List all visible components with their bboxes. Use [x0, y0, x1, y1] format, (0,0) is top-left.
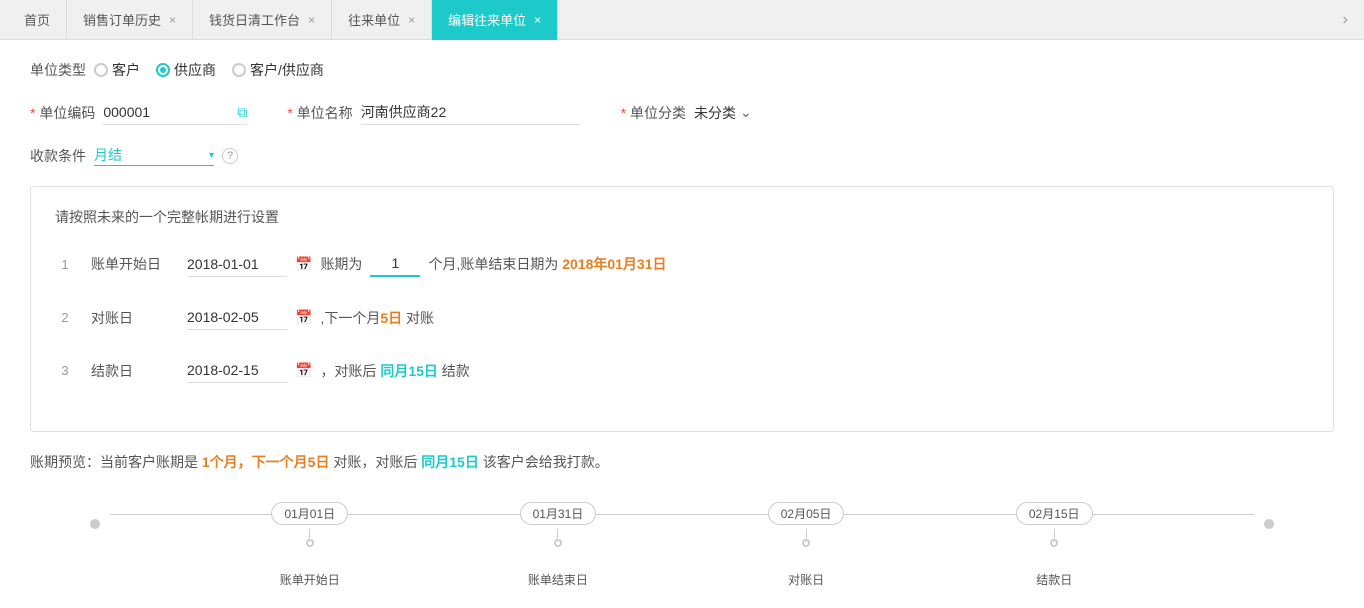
- timeline-label-3: 对账日: [788, 571, 824, 588]
- close-icon[interactable]: ×: [534, 13, 541, 27]
- preview-text: 账期预览：当前客户账期是 1个月，下一个月5日 对账，对账后 同月15日 该客户…: [30, 452, 1334, 472]
- timeline-container: 01月01日 账单开始日 01月31日 账单结束日 02月05日 对账日: [30, 492, 1334, 588]
- step-1-desc-suffix: 个月,账单结束日期为 2018年01月31日: [428, 254, 666, 274]
- chevron-down-icon: ▾: [209, 150, 214, 161]
- radio-customer[interactable]: 客户: [94, 60, 140, 80]
- step-label-1: 账单开始日: [91, 254, 171, 274]
- unit-name-label: 单位名称: [287, 103, 352, 123]
- chevron-down-icon: ⌄: [740, 104, 752, 121]
- unit-code-field: 单位编码 ⧉: [30, 100, 247, 125]
- step-row-3: 3 结款日 📅 ，对账后 同月15日 结款: [55, 358, 1309, 383]
- step-2-desc: ,下一个月5日 对账: [320, 308, 434, 328]
- bill-start-date-input[interactable]: [187, 252, 287, 277]
- preview-part3: 同月15日: [421, 454, 479, 470]
- payment-term-dropdown[interactable]: 月结 ▾: [94, 145, 214, 166]
- panel-title: 请按照未来的一个完整帐期进行设置: [55, 207, 1309, 227]
- step-num-2: 2: [55, 310, 75, 325]
- timeline-node-4: 02月15日 结款日: [1016, 502, 1093, 588]
- timeline-date-2: 01月31日: [520, 502, 597, 525]
- tab-bar: 首页 销售订单历史 × 钱货日清工作台 × 往来单位 × 编辑往来单位 × ›: [0, 0, 1364, 40]
- step-1-inputs: 📅 账期为 个月,账单结束日期为 2018年01月31日: [187, 251, 667, 277]
- tab-home[interactable]: 首页: [8, 0, 67, 40]
- timeline-node-2: 01月31日 账单结束日: [520, 502, 597, 588]
- unit-category-label: 单位分类: [621, 103, 686, 123]
- unit-info-row: 单位编码 ⧉ 单位名称 单位分类 未分类 ⌄: [30, 100, 1334, 125]
- preview-part2: 下一个月5日: [252, 454, 330, 470]
- unit-category-field: 单位分类 未分类 ⌄: [621, 103, 814, 123]
- radio-circle-customer: [94, 63, 108, 77]
- main-content: 单位类型 客户 供应商 客户/供应商 单位编码: [0, 40, 1364, 608]
- step-1-desc-prefix: 账期为: [320, 254, 362, 274]
- tab-partner[interactable]: 往来单位 ×: [332, 0, 432, 40]
- unit-code-input[interactable]: [103, 100, 233, 124]
- unit-code-input-wrapper: ⧉: [103, 100, 247, 125]
- unit-type-row: 单位类型 客户 供应商 客户/供应商: [30, 60, 1334, 80]
- radio-supplier[interactable]: 供应商: [156, 60, 216, 80]
- payment-term-value: 月结: [94, 145, 205, 165]
- unit-name-field: 单位名称: [287, 100, 580, 125]
- preview-part1: 1个月，: [202, 454, 252, 470]
- timeline-date-3: 02月05日: [768, 502, 845, 525]
- step-label-3: 结款日: [91, 361, 171, 381]
- unit-name-input[interactable]: [361, 100, 581, 125]
- tab-cashflow[interactable]: 钱货日清工作台 ×: [193, 0, 332, 40]
- close-icon[interactable]: ×: [408, 13, 415, 27]
- payment-term-field: 收款条件 月结 ▾ ?: [30, 145, 238, 166]
- timeline-label-4: 结款日: [1036, 571, 1072, 588]
- billing-cycle-panel: 请按照未来的一个完整帐期进行设置 1 账单开始日 📅 账期为 个月,账单结束日期…: [30, 186, 1334, 432]
- calendar-icon[interactable]: 📅: [295, 256, 312, 273]
- tab-sales-history[interactable]: 销售订单历史 ×: [67, 0, 193, 40]
- radio-circle-both: [232, 63, 246, 77]
- preview-suffix: 该客户会给我打款。: [479, 454, 609, 470]
- copy-icon[interactable]: ⧉: [237, 104, 247, 121]
- payment-date-input[interactable]: [187, 358, 287, 383]
- step-row-1: 1 账单开始日 📅 账期为 个月,账单结束日期为 2018年01月31日: [55, 251, 1309, 277]
- radio-label-customer: 客户: [112, 60, 140, 80]
- calendar-icon[interactable]: 📅: [295, 362, 312, 379]
- radio-label-supplier: 供应商: [174, 60, 216, 80]
- timeline-node-3: 02月05日 对账日: [768, 502, 845, 588]
- unit-type-label: 单位类型: [30, 60, 86, 80]
- timeline-label-2: 账单结束日: [528, 571, 588, 588]
- tab-expand-button[interactable]: ›: [1335, 11, 1356, 29]
- step-label-2: 对账日: [91, 308, 171, 328]
- step-row-2: 2 对账日 📅 ,下一个月5日 对账: [55, 305, 1309, 330]
- radio-both[interactable]: 客户/供应商: [232, 60, 324, 80]
- reconcile-date-input[interactable]: [187, 305, 287, 330]
- timeline-label-1: 账单开始日: [280, 571, 340, 588]
- preview-mid: 对账，对账后: [329, 454, 421, 470]
- timeline-date-4: 02月15日: [1016, 502, 1093, 525]
- close-icon[interactable]: ×: [169, 13, 176, 27]
- payment-term-label: 收款条件: [30, 146, 86, 166]
- tab-edit-partner[interactable]: 编辑往来单位 ×: [432, 0, 558, 40]
- radio-label-both: 客户/供应商: [250, 60, 324, 80]
- billing-period-input[interactable]: [370, 251, 420, 277]
- unit-type-field: 单位类型 客户 供应商 客户/供应商: [30, 60, 324, 80]
- step-3-desc: ，对账后 同月15日 结款: [320, 361, 469, 381]
- unit-category-value: 未分类: [694, 103, 736, 123]
- help-icon[interactable]: ?: [222, 148, 238, 164]
- step-2-inputs: 📅 ,下一个月5日 对账: [187, 305, 434, 330]
- radio-group-unit-type: 客户 供应商 客户/供应商: [94, 60, 324, 80]
- preview-label: 账期预览：当前客户账期是: [30, 454, 202, 470]
- timeline-node-1: 01月01日 账单开始日: [271, 502, 348, 588]
- step-num-3: 3: [55, 363, 75, 378]
- step-num-1: 1: [55, 257, 75, 272]
- radio-circle-supplier: [156, 63, 170, 77]
- timeline-date-1: 01月01日: [271, 502, 348, 525]
- payment-term-row: 收款条件 月结 ▾ ?: [30, 145, 1334, 166]
- calendar-icon[interactable]: 📅: [295, 309, 312, 326]
- unit-code-label: 单位编码: [30, 103, 95, 123]
- unit-category-dropdown[interactable]: 未分类 ⌄: [694, 103, 814, 123]
- step-3-inputs: 📅 ，对账后 同月15日 结款: [187, 358, 470, 383]
- close-icon[interactable]: ×: [308, 13, 315, 27]
